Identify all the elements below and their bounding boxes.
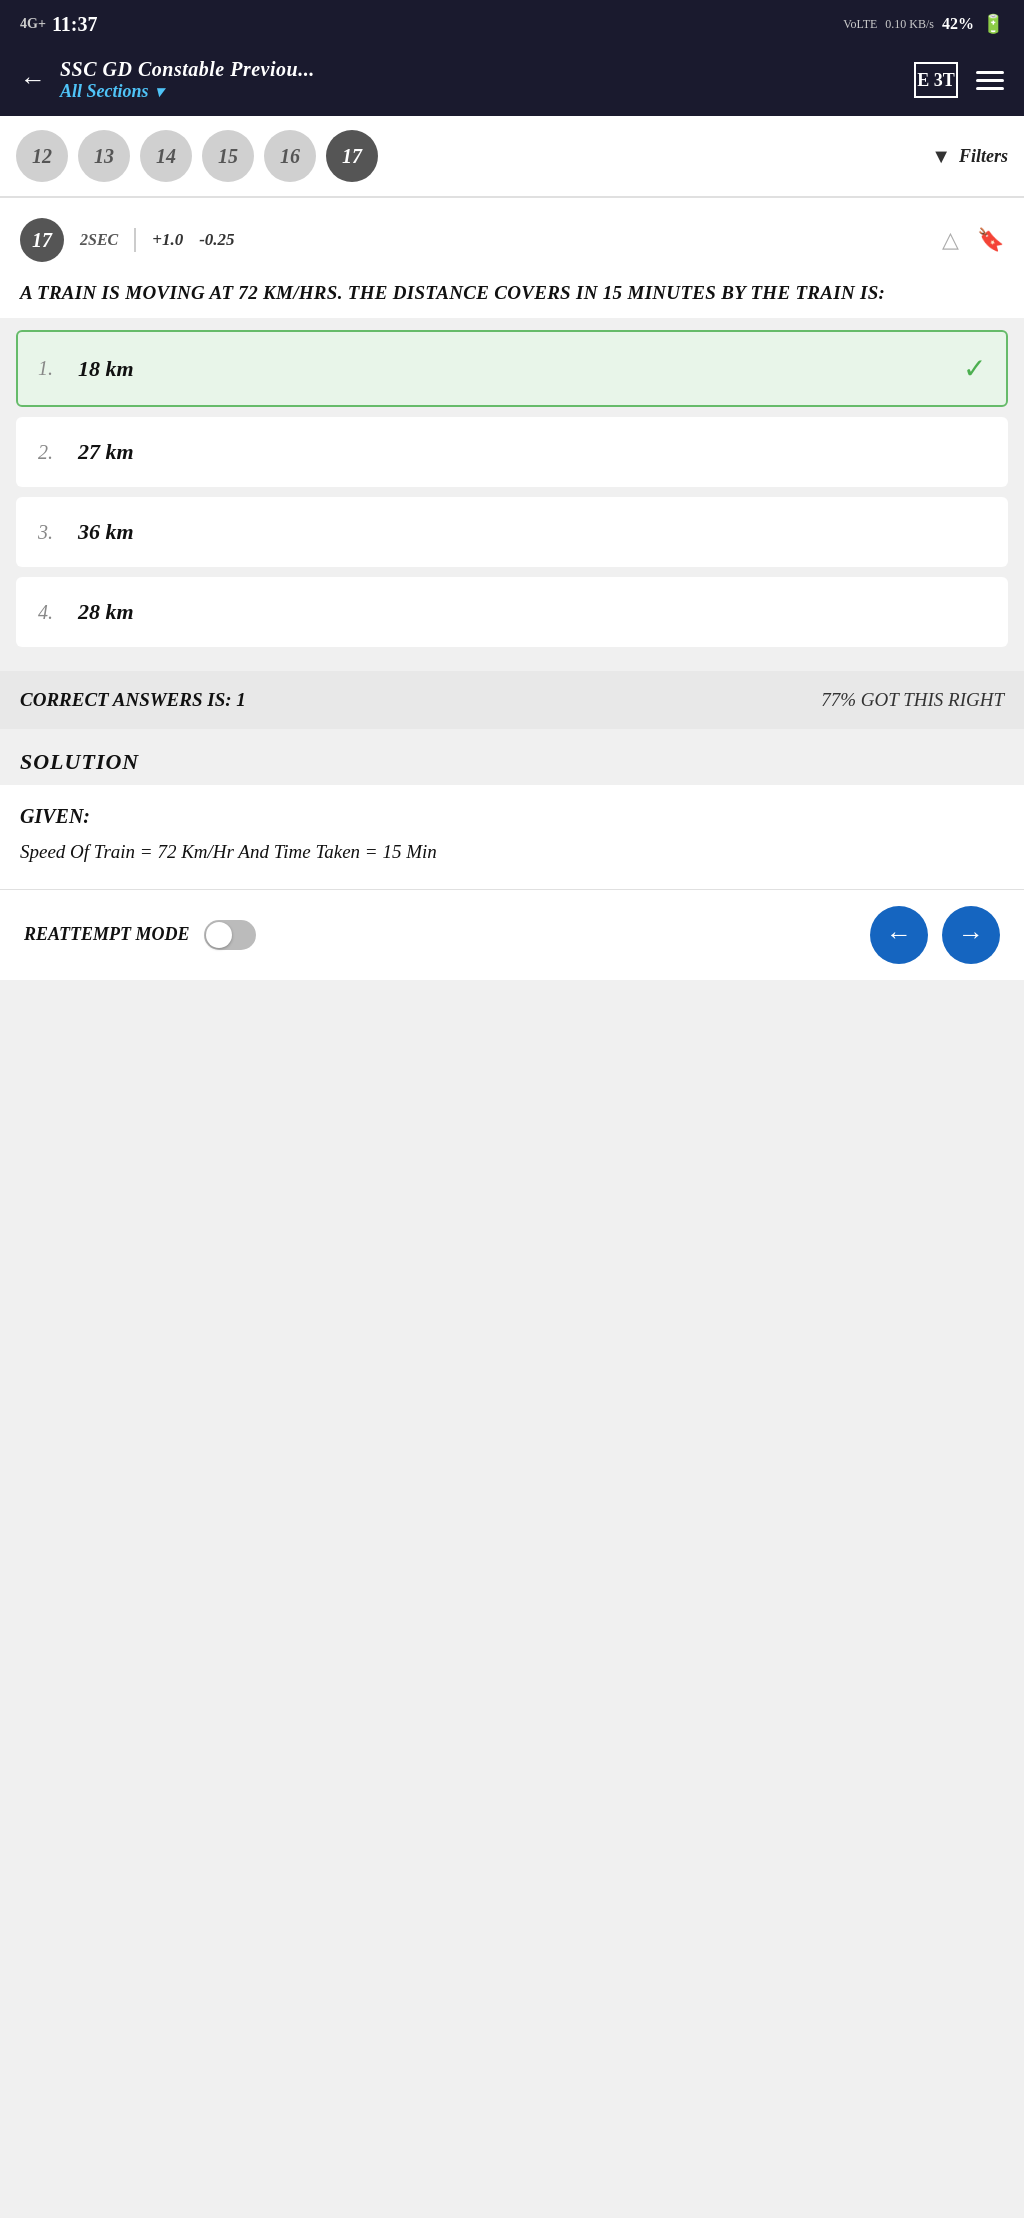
tab-q16[interactable]: 16	[264, 130, 316, 182]
correct-percent: 77% GOT THIS RIGHT	[821, 689, 1004, 711]
header-right: E 3T	[914, 62, 1004, 98]
tab-q12[interactable]: 12	[16, 130, 68, 182]
next-button[interactable]: →	[942, 906, 1000, 964]
correct-answers-row: Correct Answers Is: 1 77% GOT THIS RIGHT	[0, 671, 1024, 729]
option-2[interactable]: 2. 27 km	[16, 417, 1008, 487]
question-text: A train is moving at 72 km/hrs. The dist…	[20, 278, 1004, 308]
question-number-badge: 17	[20, 218, 64, 262]
prev-button[interactable]: ←	[870, 906, 928, 964]
reattempt-toggle[interactable]	[204, 920, 256, 950]
warning-icon[interactable]: △	[942, 227, 959, 253]
status-time: 11:37	[52, 13, 98, 36]
marks-positive: +1.0	[152, 230, 183, 250]
tab-q14[interactable]: 14	[140, 130, 192, 182]
page-title: SSC GD Constable Previou...	[60, 58, 315, 81]
option-2-text: 27 km	[78, 439, 986, 465]
marks-negative: -0.25	[199, 230, 234, 250]
option-1[interactable]: 1. 18 km ✓	[16, 330, 1008, 407]
solution-given-text: Speed of train = 72 km/hr and Time taken…	[20, 836, 1004, 868]
status-right: VoLTE 0.10 KB/s 42% 🔋	[843, 13, 1004, 35]
battery-icon: 🔋	[982, 13, 1004, 35]
bookmark-icon[interactable]: 🔖	[977, 227, 1004, 253]
option-3[interactable]: 3. 36 km	[16, 497, 1008, 567]
question-tabs: 12 13 14 15 16 17 ▼ Filters	[0, 116, 1024, 198]
question-time: 2SEC	[80, 231, 118, 249]
reattempt-section: Reattempt Mode	[24, 920, 256, 950]
question-meta: 17 2SEC +1.0 -0.25 △ 🔖	[20, 218, 1004, 262]
header-title-block: SSC GD Constable Previou... All Sections…	[60, 58, 315, 102]
header-left: ← SSC GD Constable Previou... All Sectio…	[20, 58, 315, 102]
header: ← SSC GD Constable Previou... All Sectio…	[0, 48, 1024, 116]
status-bar: 4G+ 11:37 VoLTE 0.10 KB/s 42% 🔋	[0, 0, 1024, 48]
option-4[interactable]: 4. 28 km	[16, 577, 1008, 647]
option-1-number: 1.	[38, 357, 62, 380]
option-3-text: 36 km	[78, 519, 986, 545]
reattempt-label: Reattempt Mode	[24, 924, 190, 945]
back-button[interactable]: ←	[20, 65, 46, 95]
nav-buttons: ← →	[870, 906, 1000, 964]
section-label: All Sections	[60, 81, 149, 102]
hamburger-line2	[976, 79, 1004, 82]
question-icons: △ 🔖	[942, 227, 1004, 253]
section-selector[interactable]: All Sections ▾	[60, 81, 315, 102]
option-3-number: 3.	[38, 521, 62, 544]
bottom-bar: Reattempt Mode ← →	[0, 889, 1024, 980]
correct-check-icon: ✓	[963, 352, 986, 385]
solution-given-label: Given:	[20, 805, 1004, 828]
solution-title: Solution	[20, 749, 1004, 775]
tab-q15[interactable]: 15	[202, 130, 254, 182]
solution-body: Given: Speed of train = 72 km/hr and Tim…	[0, 785, 1024, 888]
option-4-text: 28 km	[78, 599, 986, 625]
meta-divider	[134, 228, 136, 252]
toggle-knob	[206, 922, 232, 948]
hamburger-line3	[976, 87, 1004, 90]
hamburger-line1	[976, 71, 1004, 74]
exam-icon-button[interactable]: E 3T	[914, 62, 958, 98]
chevron-down-icon: ▾	[155, 82, 163, 101]
speed-label: 0.10 KB/s	[885, 17, 934, 32]
options-area: 1. 18 km ✓ 2. 27 km 3. 36 km 4. 28 km	[0, 318, 1024, 669]
question-area: 17 2SEC +1.0 -0.25 △ 🔖 A train is moving…	[0, 198, 1024, 318]
battery-label: 42%	[942, 15, 974, 33]
filter-icon: ▼	[931, 145, 951, 168]
filters-button[interactable]: ▼ Filters	[931, 145, 1008, 168]
option-2-number: 2.	[38, 441, 62, 464]
correct-answer-label: Correct Answers Is: 1	[20, 689, 246, 711]
lte-label: VoLTE	[843, 17, 877, 32]
tab-q17[interactable]: 17	[326, 130, 378, 182]
solution-header: Solution	[0, 729, 1024, 785]
menu-button[interactable]	[976, 71, 1004, 90]
filters-label: Filters	[959, 146, 1008, 167]
option-1-text: 18 km	[78, 356, 947, 382]
status-left: 4G+ 11:37	[20, 13, 97, 36]
tab-q13[interactable]: 13	[78, 130, 130, 182]
signal-icon: 4G+	[20, 16, 46, 32]
option-4-number: 4.	[38, 601, 62, 624]
